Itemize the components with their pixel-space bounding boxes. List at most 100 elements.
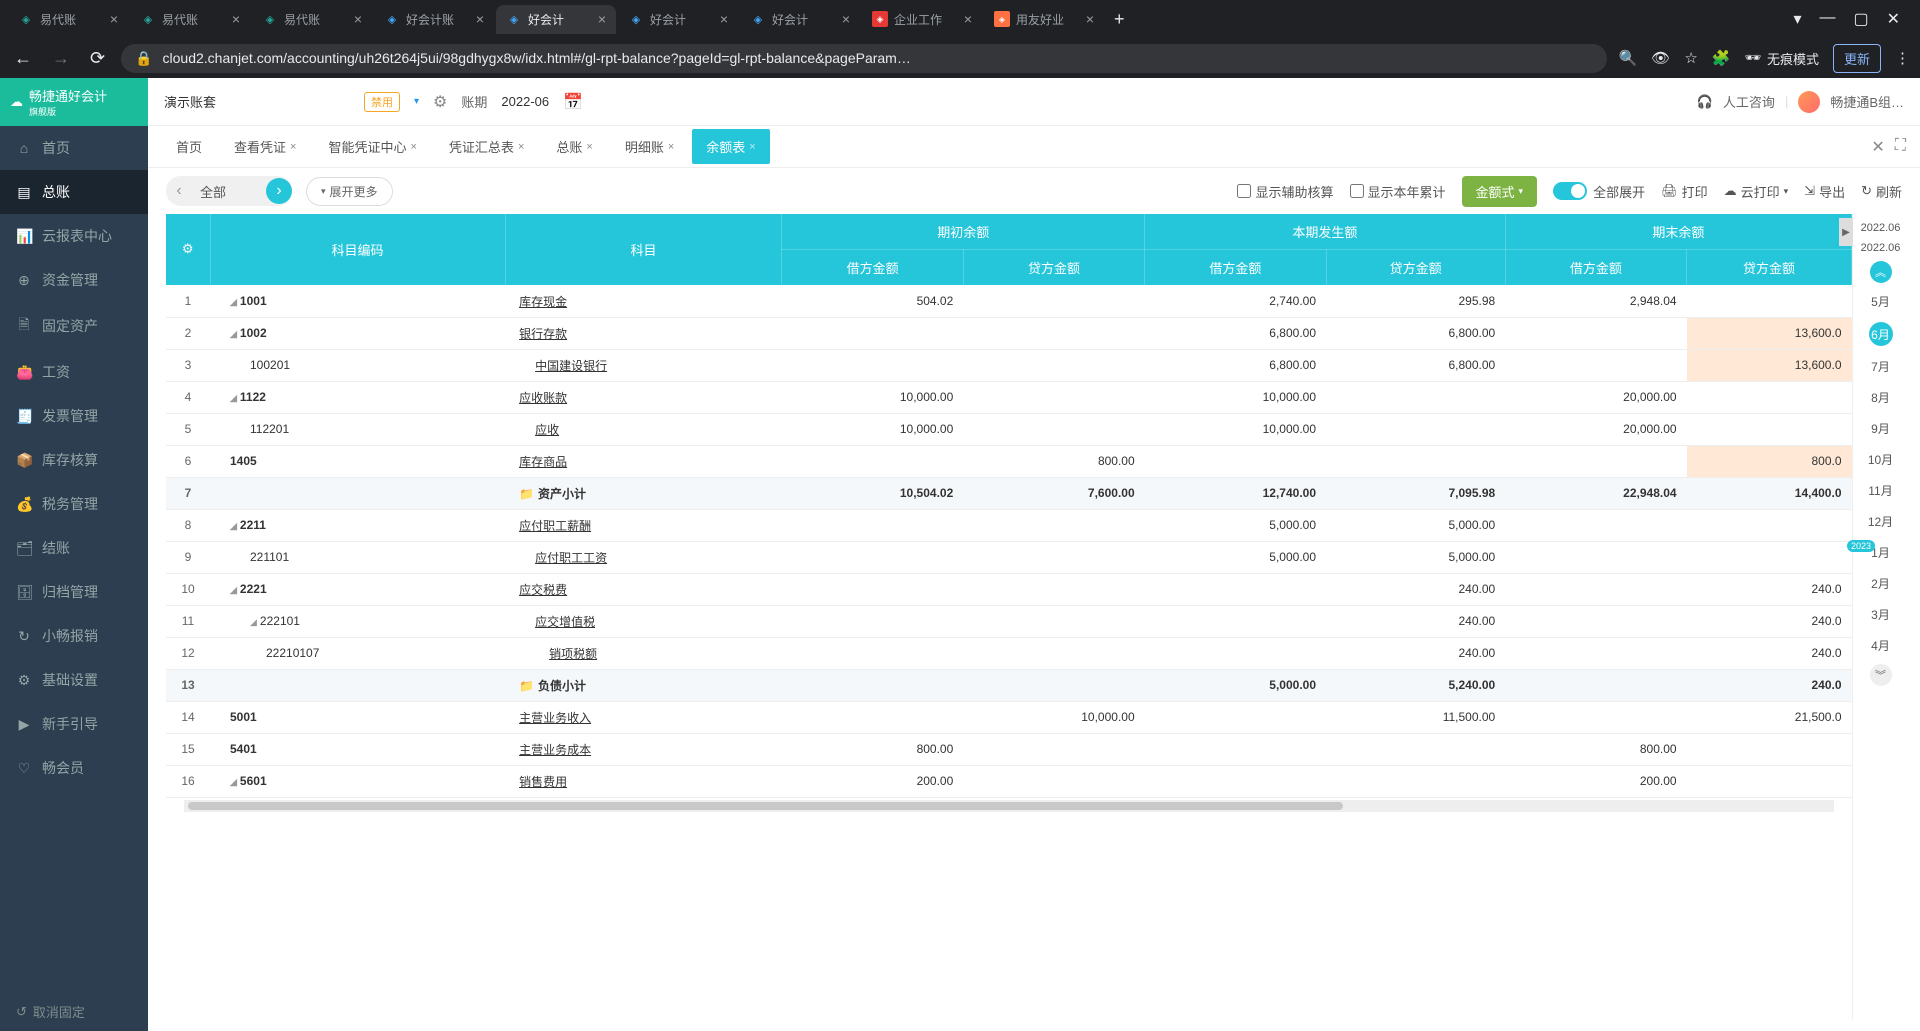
table-row[interactable]: 12 22210107 销项税额 240.00 240.0 xyxy=(166,637,1852,669)
close-icon[interactable]: × xyxy=(232,11,240,27)
calendar-icon[interactable]: 📅 xyxy=(563,92,583,112)
tree-caret-icon[interactable]: ◢ xyxy=(250,617,257,627)
puzzle-icon[interactable]: 🧩 xyxy=(1712,49,1731,67)
avatar[interactable] xyxy=(1798,91,1820,113)
page-tab[interactable]: 余额表× xyxy=(692,129,769,164)
month-item[interactable]: 11月 xyxy=(1853,478,1908,503)
year-start[interactable]: 2022.06 xyxy=(1861,218,1901,238)
cell-subject[interactable]: 销售费用 xyxy=(505,765,782,797)
month-item[interactable]: 3月 xyxy=(1853,602,1908,627)
page-tab[interactable]: 首页 xyxy=(162,129,216,164)
table-row[interactable]: 11 ◢222101 应交增值税 240.00 240.0 xyxy=(166,605,1852,637)
browser-tab[interactable]: ◈ 企业工作 × xyxy=(862,5,982,34)
reload-icon[interactable]: ⟳ xyxy=(86,44,109,73)
sidebar-item[interactable]: 🗄 归档管理 xyxy=(0,570,148,614)
amount-mode-button[interactable]: 金额式 ▾ xyxy=(1462,176,1538,207)
scroll-down-icon[interactable]: ︾ xyxy=(1870,664,1892,686)
menu-icon[interactable]: ⋮ xyxy=(1895,49,1910,67)
month-item[interactable]: 4月 xyxy=(1853,633,1908,658)
cell-subject[interactable]: 应收 xyxy=(505,413,782,445)
table-row[interactable]: 10 ◢2221 应交税费 240.00 240.0 xyxy=(166,573,1852,605)
sidebar-item[interactable]: ⌂ 首页 xyxy=(0,126,148,170)
cell-subject[interactable]: 中国建设银行 xyxy=(505,349,782,381)
page-tab[interactable]: 明细账× xyxy=(611,129,688,164)
new-tab-button[interactable]: + xyxy=(1106,5,1133,34)
back-icon[interactable]: ← xyxy=(10,44,36,73)
fullscreen-icon[interactable]: ⛶ xyxy=(1895,137,1906,157)
browser-tab[interactable]: ◈ 易代账 × xyxy=(8,5,128,34)
next-icon[interactable]: › xyxy=(266,178,292,204)
browser-tab[interactable]: ◈ 易代账 × xyxy=(130,5,250,34)
cell-subject[interactable]: 主营业务成本 xyxy=(505,733,782,765)
browser-tab[interactable]: ◈ 好会计 × xyxy=(740,5,860,34)
subject-filter[interactable]: ‹ 全部 › xyxy=(166,176,292,206)
star-icon[interactable]: ☆ xyxy=(1684,49,1697,67)
expand-all-toggle[interactable]: 全部展开 xyxy=(1553,182,1645,201)
browser-tab[interactable]: ◈ 好会计 × xyxy=(618,5,738,34)
horizontal-scrollbar[interactable] xyxy=(184,800,1834,812)
gear-icon[interactable]: ⚙ xyxy=(433,92,447,112)
show-aux-checkbox[interactable]: 显示辅助核算 xyxy=(1237,182,1333,201)
cell-subject[interactable]: 库存商品 xyxy=(505,445,782,477)
table-row[interactable]: 16 ◢5601 销售费用 200.00 200.00 xyxy=(166,765,1852,797)
close-icon[interactable]: ✕ xyxy=(1887,9,1900,29)
expand-more-button[interactable]: ▾ 展开更多 xyxy=(306,177,393,206)
browser-tab[interactable]: ◈ 易代账 × xyxy=(252,5,372,34)
account-name[interactable]: 演示账套 xyxy=(164,92,216,111)
close-icon[interactable]: × xyxy=(518,141,524,153)
collapse-icon[interactable]: ▶ xyxy=(1839,218,1853,246)
browser-tab[interactable]: ◈ 好会计 × xyxy=(496,5,616,34)
sidebar-item[interactable]: 📦 库存核算 xyxy=(0,438,148,482)
cell-subject[interactable]: 应交税费 xyxy=(505,573,782,605)
scroll-up-icon[interactable]: ︽ xyxy=(1870,261,1892,283)
table-row[interactable]: 7 📁资产小计 10,504.02 7,600.00 12,740.00 7,0… xyxy=(166,477,1852,509)
url-box[interactable]: 🔒 cloud2.chanjet.com/accounting/uh26t264… xyxy=(121,44,1606,73)
page-tab[interactable]: 查看凭证× xyxy=(220,129,310,164)
cell-subject[interactable]: 📁负债小计 xyxy=(505,669,782,701)
table-row[interactable]: 1 ◢1001 库存现金 504.02 2,740.00 295.98 2,94… xyxy=(166,285,1852,317)
month-item[interactable]: 7月 xyxy=(1853,354,1908,379)
close-icon[interactable]: × xyxy=(598,11,606,27)
tree-caret-icon[interactable]: ◢ xyxy=(230,393,237,403)
dropdown-icon[interactable]: ▾ xyxy=(414,96,419,107)
sidebar-item[interactable]: ⚙ 基础设置 xyxy=(0,658,148,702)
sidebar-item[interactable]: 🧾 发票管理 xyxy=(0,394,148,438)
close-icon[interactable]: × xyxy=(354,11,362,27)
cell-subject[interactable]: 银行存款 xyxy=(505,317,782,349)
period-value[interactable]: 2022-06 xyxy=(501,94,549,109)
print-button[interactable]: 🖨打印 xyxy=(1661,182,1708,201)
month-item[interactable]: 9月 xyxy=(1853,416,1908,441)
refresh-button[interactable]: ↻刷新 xyxy=(1861,182,1902,201)
close-icon[interactable]: × xyxy=(749,141,755,153)
tree-caret-icon[interactable]: ◢ xyxy=(230,329,237,339)
month-item[interactable]: 5月 xyxy=(1853,289,1908,314)
close-icon[interactable]: × xyxy=(668,141,674,153)
month-item[interactable]: 12月 xyxy=(1853,509,1908,534)
close-icon[interactable]: × xyxy=(1086,11,1094,27)
close-icon[interactable]: × xyxy=(476,11,484,27)
close-icon[interactable]: × xyxy=(290,141,296,153)
settings-column-header[interactable]: ⚙ xyxy=(166,214,210,285)
month-item[interactable]: 6月 xyxy=(1869,322,1893,346)
table-row[interactable]: 14 5001 主营业务收入 10,000.00 11,500.00 21,50… xyxy=(166,701,1852,733)
table-row[interactable]: 8 ◢2211 应付职工薪酬 5,000.00 5,000.00 xyxy=(166,509,1852,541)
toggle-switch[interactable] xyxy=(1553,182,1587,200)
export-button[interactable]: ⇲导出 xyxy=(1804,182,1845,201)
sidebar-item[interactable]: 💰 税务管理 xyxy=(0,482,148,526)
browser-tab[interactable]: ◈ 好会计账 × xyxy=(374,5,494,34)
page-tab[interactable]: 智能凭证中心× xyxy=(314,129,430,164)
tree-caret-icon[interactable]: ◢ xyxy=(230,297,237,307)
minimize-icon[interactable]: — xyxy=(1819,9,1835,29)
close-icon[interactable]: × xyxy=(410,141,416,153)
prev-icon[interactable]: ‹ xyxy=(166,178,192,204)
unpin-button[interactable]: ↺ 取消固定 xyxy=(0,992,148,1031)
month-item[interactable]: 2月 xyxy=(1853,571,1908,596)
show-ytd-checkbox[interactable]: 显示本年累计 xyxy=(1350,182,1446,201)
table-row[interactable]: 6 1405 库存商品 800.00 800.0 xyxy=(166,445,1852,477)
cell-subject[interactable]: 销项税额 xyxy=(505,637,782,669)
sidebar-item[interactable]: 📊 云报表中心 xyxy=(0,214,148,258)
sidebar-item[interactable]: 🗎 固定资产 xyxy=(0,302,148,350)
maximize-icon[interactable]: ▢ xyxy=(1853,9,1868,29)
table-row[interactable]: 9 221101 应付职工工资 5,000.00 5,000.00 xyxy=(166,541,1852,573)
close-icon[interactable]: × xyxy=(842,11,850,27)
